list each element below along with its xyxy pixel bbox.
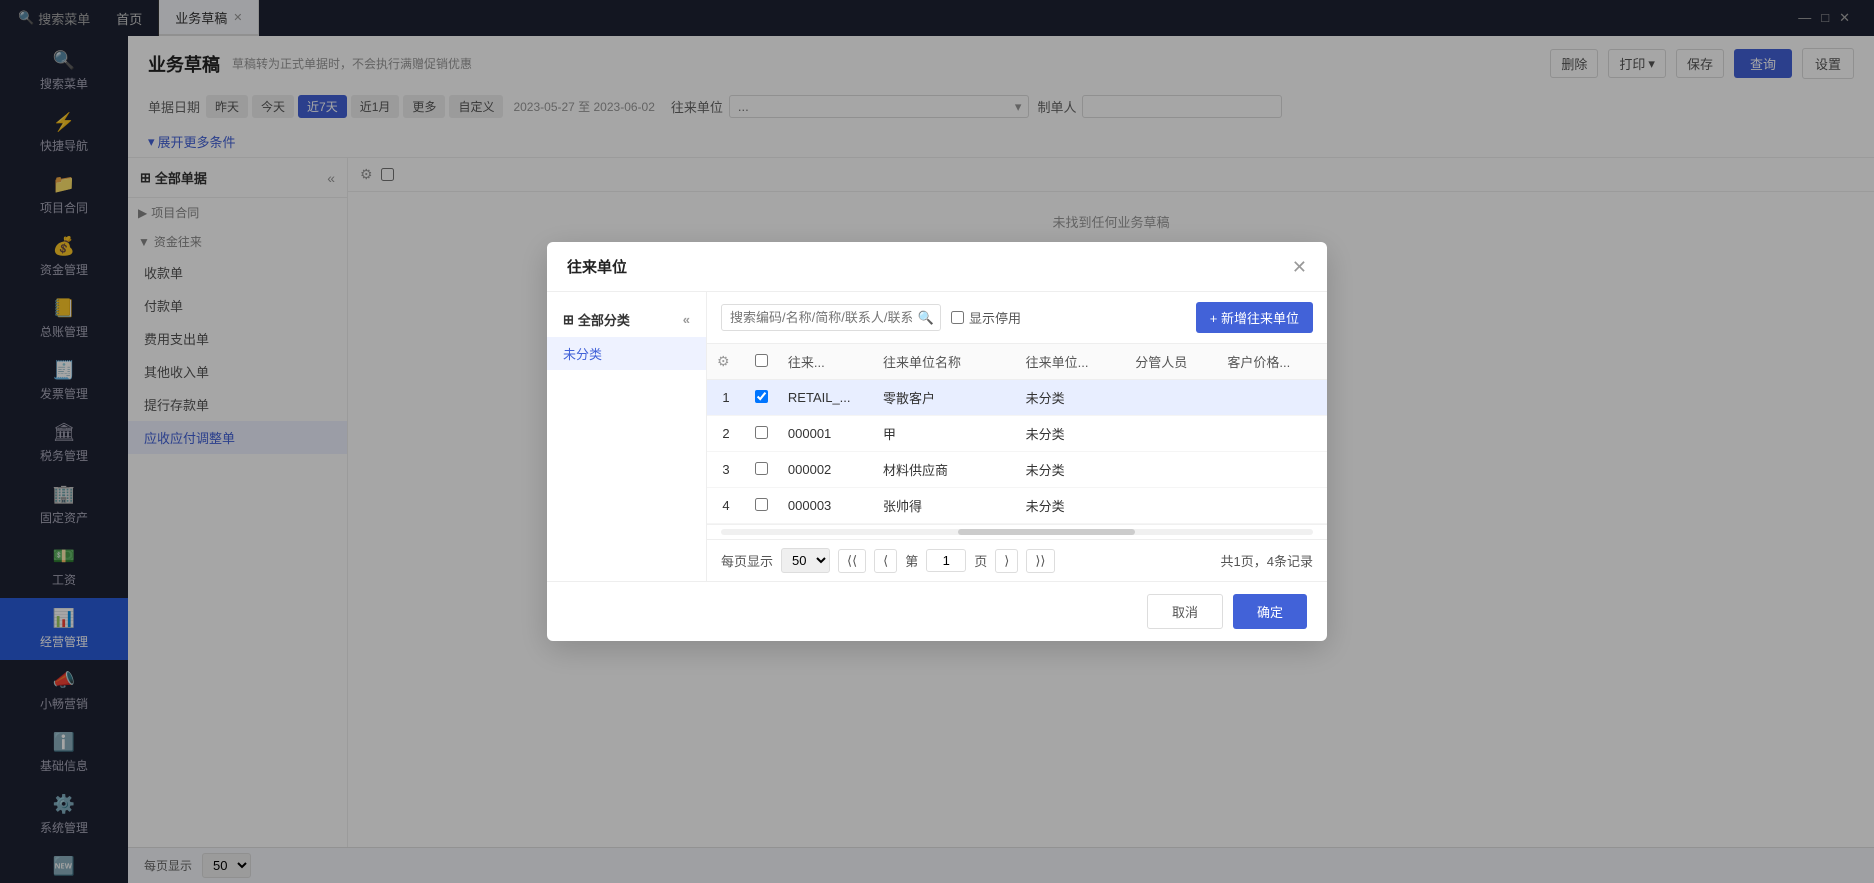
row-num: 1 [707,380,745,416]
per-page-label: 每页显示 [721,551,773,570]
first-page-btn[interactable]: ⟨⟨ [838,549,866,573]
row-checkbox[interactable] [745,380,778,416]
modal-overlay: 往来单位 ✕ ⊞ 全部分类 « 未分类 [0,0,1874,883]
row-type: 未分类 [1016,452,1126,488]
partner-table: ⚙ 往来... 往来单位名称 往来单位... [707,344,1327,524]
horizontal-scrollbar[interactable] [707,524,1327,539]
row-num: 4 [707,488,745,524]
row-code: RETAIL_... [778,380,873,416]
dialog-toolbar: 🔍 显示停用 + 新增往来单位 [707,292,1327,344]
show-disabled-label[interactable]: 显示停用 [951,308,1021,327]
th-settings: ⚙ [707,344,745,380]
th-name: 往来单位名称 [873,344,1016,380]
table-header-row: ⚙ 往来... 往来单位名称 往来单位... [707,344,1327,380]
page-number-input[interactable] [926,549,966,572]
row-num: 2 [707,416,745,452]
last-page-btn[interactable]: ⟩⟩ [1026,549,1054,573]
partner-dialog: 往来单位 ✕ ⊞ 全部分类 « 未分类 [547,242,1327,641]
table-row[interactable]: 2 000001 甲 未分类 [707,416,1327,452]
th-type: 往来单位... [1016,344,1126,380]
row-type: 未分类 [1016,380,1126,416]
page-label: 第 [905,551,918,570]
cancel-button[interactable]: 取消 [1147,594,1223,629]
show-disabled-checkbox[interactable] [951,311,964,324]
grid-icon: ⊞ [563,312,574,328]
th-price: 客户价格... [1217,344,1327,380]
search-icon: 🔍 [918,310,934,326]
page-suffix: 页 [974,551,987,570]
dialog-sidebar-item-uncategorized[interactable]: 未分类 [547,337,706,370]
dialog-sidebar-header: ⊞ 全部分类 « [547,302,706,337]
table-row[interactable]: 1 RETAIL_... 零散客户 未分类 [707,380,1327,416]
row-price [1217,380,1327,416]
select-all-dialog-checkbox[interactable] [755,354,768,367]
dialog-body: ⊞ 全部分类 « 未分类 🔍 显示停用 [547,292,1327,581]
dialog-sidebar: ⊞ 全部分类 « 未分类 [547,292,707,581]
row-price [1217,488,1327,524]
row-code: 000002 [778,452,873,488]
dialog-pagination: 每页显示 50 ⟨⟨ ⟨ 第 页 ⟩ ⟩⟩ 共1页，4条记录 [707,539,1327,581]
row-name: 零散客户 [873,380,1016,416]
row-person [1125,380,1217,416]
prev-page-btn[interactable]: ⟨ [874,549,897,573]
row-code: 000001 [778,416,873,452]
row-checkbox[interactable] [745,488,778,524]
row-type: 未分类 [1016,488,1126,524]
row-checkbox[interactable] [745,452,778,488]
row-price [1217,416,1327,452]
dialog-action-bar: 取消 确定 [547,581,1327,641]
dialog-title: 往来单位 [567,256,627,277]
table-row[interactable]: 3 000002 材料供应商 未分类 [707,452,1327,488]
add-partner-button[interactable]: + 新增往来单位 [1196,302,1313,333]
total-info: 共1页，4条记录 [1221,551,1313,570]
confirm-button[interactable]: 确定 [1233,594,1307,629]
dialog-per-page-select[interactable]: 50 [781,548,830,573]
row-person [1125,452,1217,488]
table-col-settings-icon[interactable]: ⚙ [717,353,730,369]
row-type: 未分类 [1016,416,1126,452]
dialog-table-wrap: ⚙ 往来... 往来单位名称 往来单位... [707,344,1327,524]
partner-search-input[interactable] [721,304,941,331]
row-name: 甲 [873,416,1016,452]
row-name: 张帅得 [873,488,1016,524]
th-check [745,344,778,380]
th-person: 分管人员 [1125,344,1217,380]
row-person [1125,488,1217,524]
table-row[interactable]: 4 000003 张帅得 未分类 [707,488,1327,524]
collapse-sidebar-btn[interactable]: « [683,312,690,327]
row-price [1217,452,1327,488]
row-checkbox[interactable] [745,416,778,452]
th-code: 往来... [778,344,873,380]
next-page-btn[interactable]: ⟩ [995,549,1018,573]
partner-search-wrap: 🔍 [721,304,941,331]
row-num: 3 [707,452,745,488]
row-name: 材料供应商 [873,452,1016,488]
dialog-close-btn[interactable]: ✕ [1292,258,1307,276]
row-code: 000003 [778,488,873,524]
dialog-main: 🔍 显示停用 + 新增往来单位 ⚙ [707,292,1327,581]
dialog-header: 往来单位 ✕ [547,242,1327,292]
row-person [1125,416,1217,452]
